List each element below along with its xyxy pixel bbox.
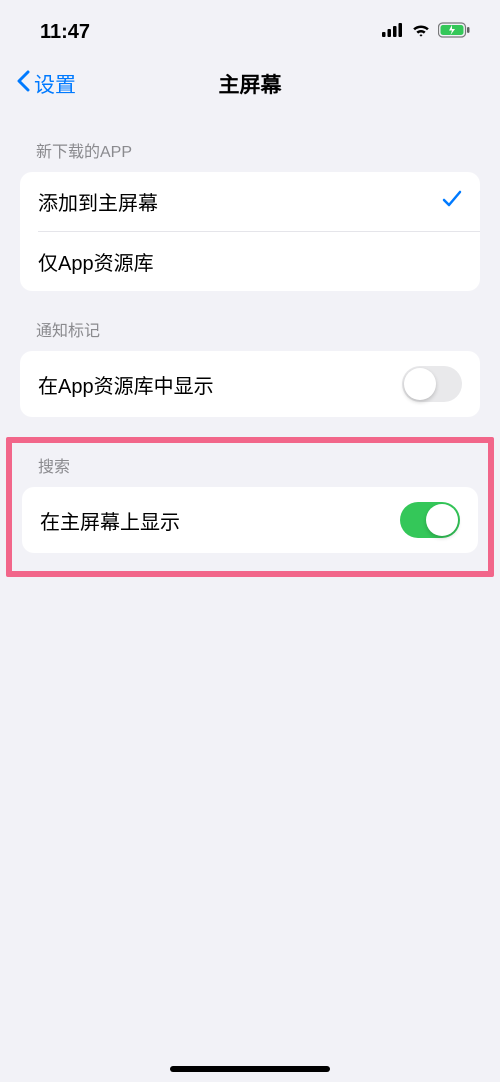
- row-label: 在主屏幕上显示: [40, 506, 180, 535]
- home-indicator[interactable]: [170, 1066, 330, 1072]
- row-label: 仅App资源库: [38, 247, 154, 276]
- checkmark-icon: [442, 189, 462, 214]
- group-badges: 在App资源库中显示: [20, 351, 480, 417]
- row-label: 添加到主屏幕: [38, 187, 158, 216]
- group-search: 在主屏幕上显示: [22, 487, 478, 553]
- row-show-in-app-library: 在App资源库中显示: [20, 351, 480, 417]
- chevron-left-icon: [16, 70, 30, 98]
- back-button[interactable]: 设置: [16, 69, 76, 99]
- group-new-apps: 添加到主屏幕 仅App资源库: [20, 172, 480, 291]
- status-icons: [382, 22, 470, 43]
- row-label: 在App资源库中显示: [38, 370, 214, 399]
- row-app-library-only[interactable]: 仅App资源库: [38, 231, 480, 291]
- status-bar: 11:47: [0, 0, 500, 56]
- page-title: 主屏幕: [219, 69, 282, 99]
- nav-bar: 设置 主屏幕: [0, 56, 500, 112]
- battery-icon: [438, 22, 470, 43]
- row-add-to-home[interactable]: 添加到主屏幕: [20, 172, 480, 231]
- section-header-badges: 通知标记: [20, 317, 480, 351]
- section-header-new-apps: 新下载的APP: [20, 138, 480, 172]
- cellular-icon: [382, 23, 404, 42]
- section-header-search: 搜索: [22, 447, 478, 487]
- wifi-icon: [411, 23, 431, 42]
- row-show-on-home: 在主屏幕上显示: [22, 487, 478, 553]
- section-badges: 通知标记 在App资源库中显示: [0, 317, 500, 417]
- toggle-show-on-home[interactable]: [400, 502, 460, 538]
- toggle-knob: [426, 504, 458, 536]
- back-label: 设置: [34, 69, 76, 99]
- status-time: 11:47: [40, 21, 90, 44]
- highlight-annotation: 搜索 在主屏幕上显示: [6, 437, 494, 577]
- section-new-apps: 新下载的APP 添加到主屏幕 仅App资源库: [0, 138, 500, 291]
- toggle-knob: [404, 368, 436, 400]
- toggle-show-in-app-library[interactable]: [402, 366, 462, 402]
